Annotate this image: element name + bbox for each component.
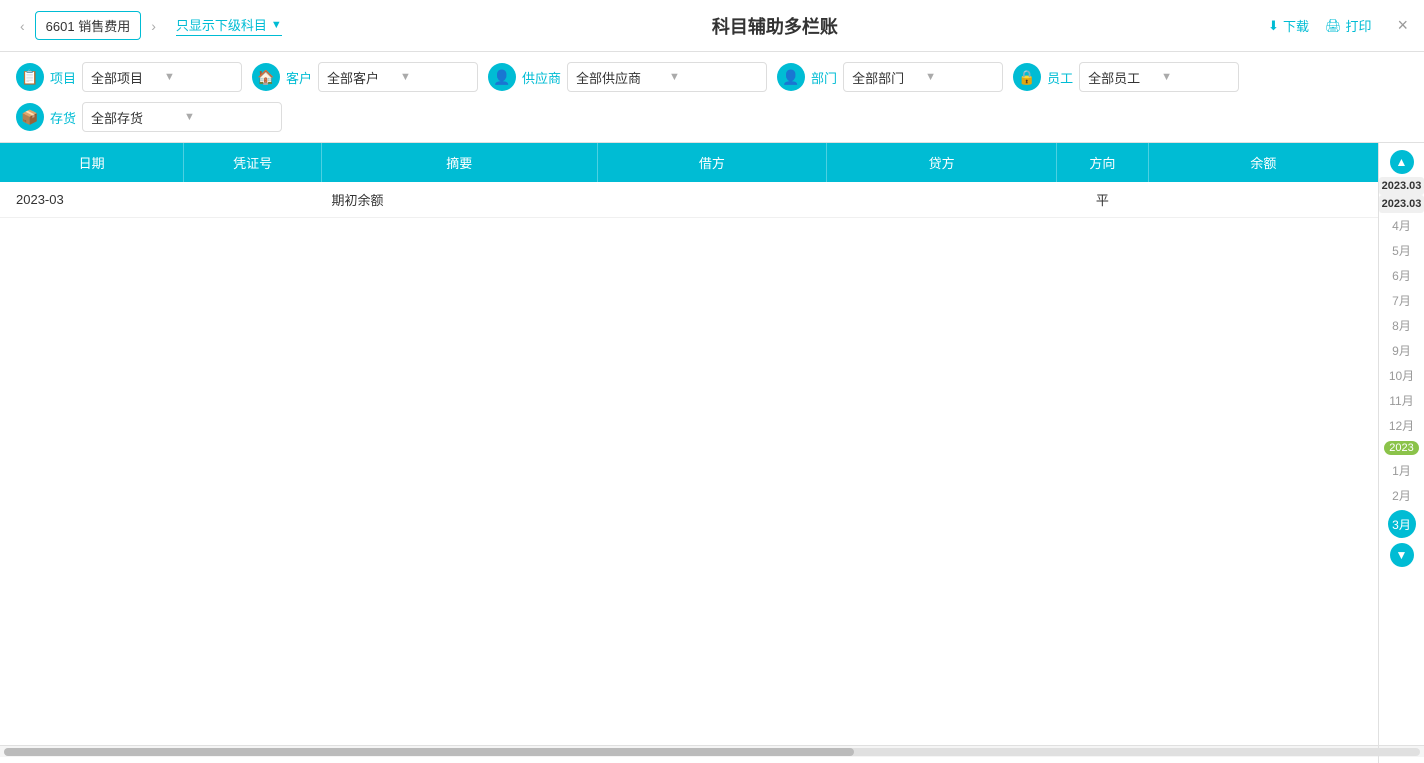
sidebar-month-9[interactable]: 9月 bbox=[1379, 338, 1424, 363]
main-area: 日期 凭证号 摘要 借方 贷方 方向 余额 2023-03 期初余额 平 bbox=[0, 143, 1424, 745]
filter-chevron-icon: ▼ bbox=[271, 19, 282, 31]
project-arrow-icon: ▼ bbox=[164, 71, 233, 83]
cell-debit bbox=[597, 182, 827, 218]
inventory-arrow-icon: ▼ bbox=[184, 111, 273, 123]
inventory-filter-group: 📦 存货 全部存货 ▼ bbox=[16, 102, 282, 132]
supplier-select[interactable]: 全部供应商 ▼ bbox=[567, 62, 767, 92]
download-icon: ⬇ bbox=[1268, 18, 1279, 34]
next-arrow[interactable]: › bbox=[147, 16, 160, 36]
department-value: 全部部门 bbox=[852, 68, 921, 87]
employee-label: 员工 bbox=[1047, 68, 1073, 87]
show-sub-accounts-filter[interactable]: 只显示下级科目 ▼ bbox=[176, 15, 282, 36]
prev-arrow[interactable]: ‹ bbox=[16, 16, 29, 36]
supplier-arrow-icon: ▼ bbox=[669, 71, 758, 83]
horizontal-scrollbar[interactable] bbox=[0, 745, 1424, 757]
sidebar-month-2[interactable]: 2月 bbox=[1379, 483, 1424, 508]
project-select[interactable]: 全部项目 ▼ bbox=[82, 62, 242, 92]
cell-credit bbox=[827, 182, 1057, 218]
sidebar-month-11[interactable]: 11月 bbox=[1379, 388, 1424, 413]
close-button[interactable]: × bbox=[1397, 15, 1408, 36]
cell-voucher bbox=[184, 182, 322, 218]
sidebar-month-3-active[interactable]: 3月 bbox=[1388, 510, 1416, 538]
supplier-filter-group: 👤 供应商 全部供应商 ▼ bbox=[488, 62, 767, 92]
download-label: 下载 bbox=[1283, 16, 1309, 35]
inventory-value: 全部存货 bbox=[91, 108, 180, 127]
print-icon: 🖨 bbox=[1325, 18, 1342, 34]
inventory-icon: 📦 bbox=[16, 103, 44, 131]
page-title: 科目辅助多栏账 bbox=[282, 13, 1268, 39]
col-debit: 借方 bbox=[597, 143, 827, 182]
table-wrapper: 日期 凭证号 摘要 借方 贷方 方向 余额 2023-03 期初余额 平 bbox=[0, 143, 1378, 745]
cell-date: 2023-03 bbox=[0, 182, 184, 218]
sidebar-month-7[interactable]: 7月 bbox=[1379, 288, 1424, 313]
supplier-icon: 👤 bbox=[488, 63, 516, 91]
print-label: 打印 bbox=[1345, 16, 1371, 35]
filter-label-text: 只显示下级科目 bbox=[176, 15, 267, 34]
supplier-label: 供应商 bbox=[522, 68, 561, 87]
customer-filter-group: 🏠 客户 全部客户 ▼ bbox=[252, 62, 478, 92]
data-table: 日期 凭证号 摘要 借方 贷方 方向 余额 2023-03 期初余额 平 bbox=[0, 143, 1378, 218]
right-sidebar: ▲ 2023.03 2023.03 4月 5月 6月 7月 8月 9月 10月 … bbox=[1378, 143, 1424, 763]
sidebar-month-5[interactable]: 5月 bbox=[1379, 238, 1424, 263]
project-filter-group: 📋 项目 全部项目 ▼ bbox=[16, 62, 242, 92]
inventory-label: 存货 bbox=[50, 108, 76, 127]
department-select[interactable]: 全部部门 ▼ bbox=[843, 62, 1003, 92]
sidebar-month-4[interactable]: 4月 bbox=[1379, 213, 1424, 238]
customer-arrow-icon: ▼ bbox=[400, 71, 469, 83]
sidebar-down-arrow[interactable]: ▼ bbox=[1390, 543, 1414, 567]
department-filter-group: 👤 部门 全部部门 ▼ bbox=[777, 62, 1003, 92]
sidebar-month-12[interactable]: 12月 bbox=[1379, 413, 1424, 438]
cell-summary: 期初余额 bbox=[322, 182, 598, 218]
table-row: 2023-03 期初余额 平 bbox=[0, 182, 1378, 218]
inventory-select[interactable]: 全部存货 ▼ bbox=[82, 102, 282, 132]
header-bar: ‹ 6601 销售费用 › 只显示下级科目 ▼ 科目辅助多栏账 ⬇ 下载 🖨 打… bbox=[0, 0, 1424, 52]
sidebar-month-6[interactable]: 6月 bbox=[1379, 263, 1424, 288]
sidebar-month-2023-03-bottom[interactable]: 2023.03 bbox=[1379, 195, 1424, 213]
employee-icon: 🔒 bbox=[1013, 63, 1041, 91]
filter-area: 📋 项目 全部项目 ▼ 🏠 客户 全部客户 ▼ 👤 供应商 全部供应商 ▼ 👤 … bbox=[0, 52, 1424, 143]
cell-balance bbox=[1148, 182, 1378, 218]
department-label: 部门 bbox=[811, 68, 837, 87]
sidebar-up-arrow[interactable]: ▲ bbox=[1390, 150, 1414, 174]
print-button[interactable]: 🖨 打印 bbox=[1325, 16, 1372, 35]
employee-filter-group: 🔒 员工 全部员工 ▼ bbox=[1013, 62, 1239, 92]
department-icon: 👤 bbox=[777, 63, 805, 91]
top-actions: ⬇ 下载 🖨 打印 × bbox=[1268, 15, 1408, 36]
col-direction: 方向 bbox=[1056, 143, 1148, 182]
supplier-value: 全部供应商 bbox=[576, 68, 665, 87]
customer-label: 客户 bbox=[286, 68, 312, 87]
sidebar-month-10[interactable]: 10月 bbox=[1379, 363, 1424, 388]
department-arrow-icon: ▼ bbox=[925, 71, 994, 83]
employee-select[interactable]: 全部员工 ▼ bbox=[1079, 62, 1239, 92]
col-balance: 余额 bbox=[1148, 143, 1378, 182]
customer-icon: 🏠 bbox=[252, 63, 280, 91]
account-code[interactable]: 6601 销售费用 bbox=[35, 11, 142, 40]
cell-direction: 平 bbox=[1056, 182, 1148, 218]
col-credit: 贷方 bbox=[827, 143, 1057, 182]
customer-select[interactable]: 全部客户 ▼ bbox=[318, 62, 478, 92]
sidebar-month-8[interactable]: 8月 bbox=[1379, 313, 1424, 338]
col-voucher: 凭证号 bbox=[184, 143, 322, 182]
customer-value: 全部客户 bbox=[327, 68, 396, 87]
employee-value: 全部员工 bbox=[1088, 68, 1157, 87]
project-icon: 📋 bbox=[16, 63, 44, 91]
employee-arrow-icon: ▼ bbox=[1161, 71, 1230, 83]
year-badge: 2023 bbox=[1384, 441, 1418, 455]
sidebar-month-1[interactable]: 1月 bbox=[1379, 458, 1424, 483]
project-label: 项目 bbox=[50, 68, 76, 87]
col-date: 日期 bbox=[0, 143, 184, 182]
sidebar-month-2023-03-top[interactable]: 2023.03 bbox=[1379, 177, 1424, 195]
project-value: 全部项目 bbox=[91, 68, 160, 87]
col-summary: 摘要 bbox=[322, 143, 598, 182]
download-button[interactable]: ⬇ 下载 bbox=[1268, 16, 1309, 35]
